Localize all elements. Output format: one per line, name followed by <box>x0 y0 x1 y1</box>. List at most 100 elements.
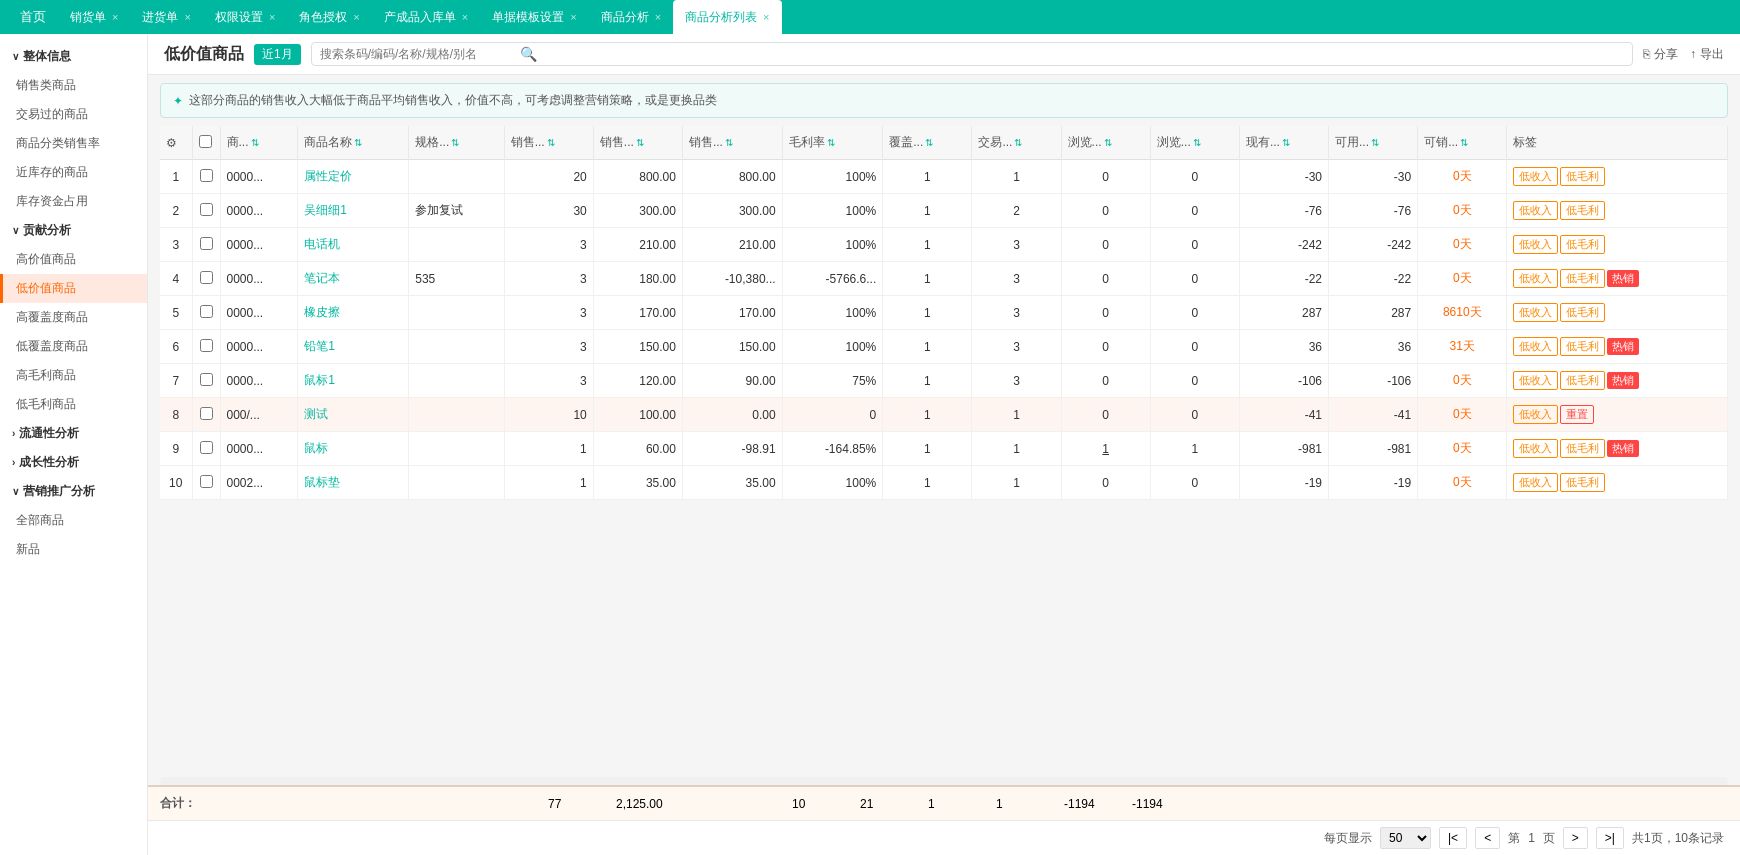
cell-name[interactable]: 吴细细1 <box>298 194 409 228</box>
row-checkbox[interactable] <box>200 441 213 454</box>
col-stock2[interactable]: 可用...⇅ <box>1329 126 1418 160</box>
cell-name[interactable]: 铅笔1 <box>298 330 409 364</box>
col-spec[interactable]: 规格...⇅ <box>409 126 504 160</box>
first-page-button[interactable]: |< <box>1439 827 1467 849</box>
share-button[interactable]: ⎘ 分享 <box>1643 46 1678 63</box>
sidebar-item-traded-goods[interactable]: 交易过的商品 <box>0 100 147 129</box>
nav-goods-list[interactable]: 商品分析列表 × <box>673 0 781 34</box>
col-name[interactable]: 商品名称⇅ <box>298 126 409 160</box>
col-tags[interactable]: 标签 <box>1507 126 1728 160</box>
close-icon[interactable]: × <box>570 11 576 23</box>
sidebar-item-sales-goods[interactable]: 销售类商品 <box>0 71 147 100</box>
cell-name[interactable]: 鼠标1 <box>298 364 409 398</box>
search-input[interactable] <box>320 47 520 61</box>
cell-checkbox[interactable] <box>192 160 220 194</box>
sidebar-section-marketing[interactable]: ∨ 营销推广分析 <box>0 477 147 506</box>
close-icon[interactable]: × <box>353 11 359 23</box>
nav-sales[interactable]: 销货单 × <box>58 0 130 34</box>
col-trade[interactable]: 交易...⇅ <box>972 126 1061 160</box>
col-coverage[interactable]: 覆盖...⇅ <box>883 126 972 160</box>
row-checkbox[interactable] <box>200 373 213 386</box>
cell-checkbox[interactable] <box>192 398 220 432</box>
sidebar-section-flow[interactable]: › 流通性分析 <box>0 419 147 448</box>
cell-name[interactable]: 橡皮擦 <box>298 296 409 330</box>
sidebar-item-category-rate[interactable]: 商品分类销售率 <box>0 129 147 158</box>
row-checkbox[interactable] <box>200 169 213 182</box>
row-checkbox[interactable] <box>200 305 213 318</box>
cell-checkbox[interactable] <box>192 262 220 296</box>
pagination-bar: 每页显示 50 100 |< < 第 1 页 > >| 共1页，10条记录 <box>148 820 1740 855</box>
col-qty[interactable]: 销售...⇅ <box>504 126 593 160</box>
col-stock3[interactable]: 可销...⇅ <box>1418 126 1507 160</box>
col-sales2[interactable]: 销售...⇅ <box>682 126 782 160</box>
row-checkbox[interactable] <box>200 339 213 352</box>
sidebar-item-low-coverage[interactable]: 低覆盖度商品 <box>0 332 147 361</box>
sidebar-section-growth[interactable]: › 成长性分析 <box>0 448 147 477</box>
nav-home[interactable]: 首页 <box>8 0 58 34</box>
sidebar-item-stock-funds[interactable]: 库存资金占用 <box>0 187 147 216</box>
cell-checkbox[interactable] <box>192 194 220 228</box>
sidebar-item-all-goods[interactable]: 全部商品 <box>0 506 147 535</box>
col-stock1[interactable]: 现有...⇅ <box>1239 126 1328 160</box>
nav-product-in[interactable]: 产成品入库单 × <box>372 0 480 34</box>
col-browse2[interactable]: 浏览...⇅ <box>1150 126 1239 160</box>
sidebar-item-low-margin[interactable]: 低毛利商品 <box>0 390 147 419</box>
col-settings[interactable]: ⚙ <box>160 126 192 160</box>
page-label2: 页 <box>1543 830 1555 847</box>
nav-role[interactable]: 角色授权 × <box>287 0 371 34</box>
sidebar-item-low-value[interactable]: 低价值商品 <box>0 274 147 303</box>
close-icon[interactable]: × <box>763 11 769 23</box>
sidebar-item-high-margin[interactable]: 高毛利商品 <box>0 361 147 390</box>
row-checkbox[interactable] <box>200 237 213 250</box>
close-icon[interactable]: × <box>112 11 118 23</box>
nav-goods-analysis[interactable]: 商品分析 × <box>589 0 673 34</box>
cell-name[interactable]: 电话机 <box>298 228 409 262</box>
per-page-select[interactable]: 50 100 <box>1380 827 1431 849</box>
row-checkbox[interactable] <box>200 271 213 284</box>
col-code[interactable]: 商...⇅ <box>220 126 298 160</box>
cell-name[interactable]: 鼠标垫 <box>298 466 409 500</box>
row-checkbox[interactable] <box>200 203 213 216</box>
col-browse1[interactable]: 浏览...⇅ <box>1061 126 1150 160</box>
sidebar-item-high-value[interactable]: 高价值商品 <box>0 245 147 274</box>
cell-name[interactable]: 测试 <box>298 398 409 432</box>
time-badge[interactable]: 近1月 <box>254 44 301 65</box>
search-box[interactable]: 🔍 <box>311 42 1633 66</box>
close-icon[interactable]: × <box>184 11 190 23</box>
row-checkbox[interactable] <box>200 475 213 488</box>
cell-spec <box>409 466 504 500</box>
cell-checkbox[interactable] <box>192 432 220 466</box>
nav-template[interactable]: 单据模板设置 × <box>480 0 588 34</box>
search-icon[interactable]: 🔍 <box>520 46 537 62</box>
cell-checkbox[interactable] <box>192 364 220 398</box>
sidebar-item-high-coverage[interactable]: 高覆盖度商品 <box>0 303 147 332</box>
next-page-button[interactable]: > <box>1563 827 1588 849</box>
cell-checkbox[interactable] <box>192 296 220 330</box>
export-button[interactable]: ↑ 导出 <box>1690 46 1724 63</box>
sidebar-item-new-goods[interactable]: 新品 <box>0 535 147 564</box>
cell-name[interactable]: 笔记本 <box>298 262 409 296</box>
nav-permission[interactable]: 权限设置 × <box>203 0 287 34</box>
sidebar-item-near-stock[interactable]: 近库存的商品 <box>0 158 147 187</box>
close-icon[interactable]: × <box>269 11 275 23</box>
cell-checkbox[interactable] <box>192 330 220 364</box>
cell-sales2: 210.00 <box>682 228 782 262</box>
col-checkbox[interactable] <box>192 126 220 160</box>
col-sales1[interactable]: 销售...⇅ <box>593 126 682 160</box>
sidebar-section-overall[interactable]: ∨ 整体信息 <box>0 42 147 71</box>
sidebar-section-contribution[interactable]: ∨ 贡献分析 <box>0 216 147 245</box>
prev-page-button[interactable]: < <box>1475 827 1500 849</box>
cell-browse1[interactable]: 1 <box>1061 432 1150 466</box>
close-icon[interactable]: × <box>655 11 661 23</box>
cell-name[interactable]: 属性定价 <box>298 160 409 194</box>
row-checkbox[interactable] <box>200 407 213 420</box>
cell-checkbox[interactable] <box>192 466 220 500</box>
last-page-button[interactable]: >| <box>1596 827 1624 849</box>
cell-name[interactable]: 鼠标 <box>298 432 409 466</box>
close-icon[interactable]: × <box>462 11 468 23</box>
horizontal-scrollbar[interactable] <box>160 777 1728 785</box>
col-gross[interactable]: 毛利率⇅ <box>782 126 883 160</box>
nav-purchase[interactable]: 进货单 × <box>130 0 202 34</box>
cell-checkbox[interactable] <box>192 228 220 262</box>
select-all-checkbox[interactable] <box>199 135 212 148</box>
